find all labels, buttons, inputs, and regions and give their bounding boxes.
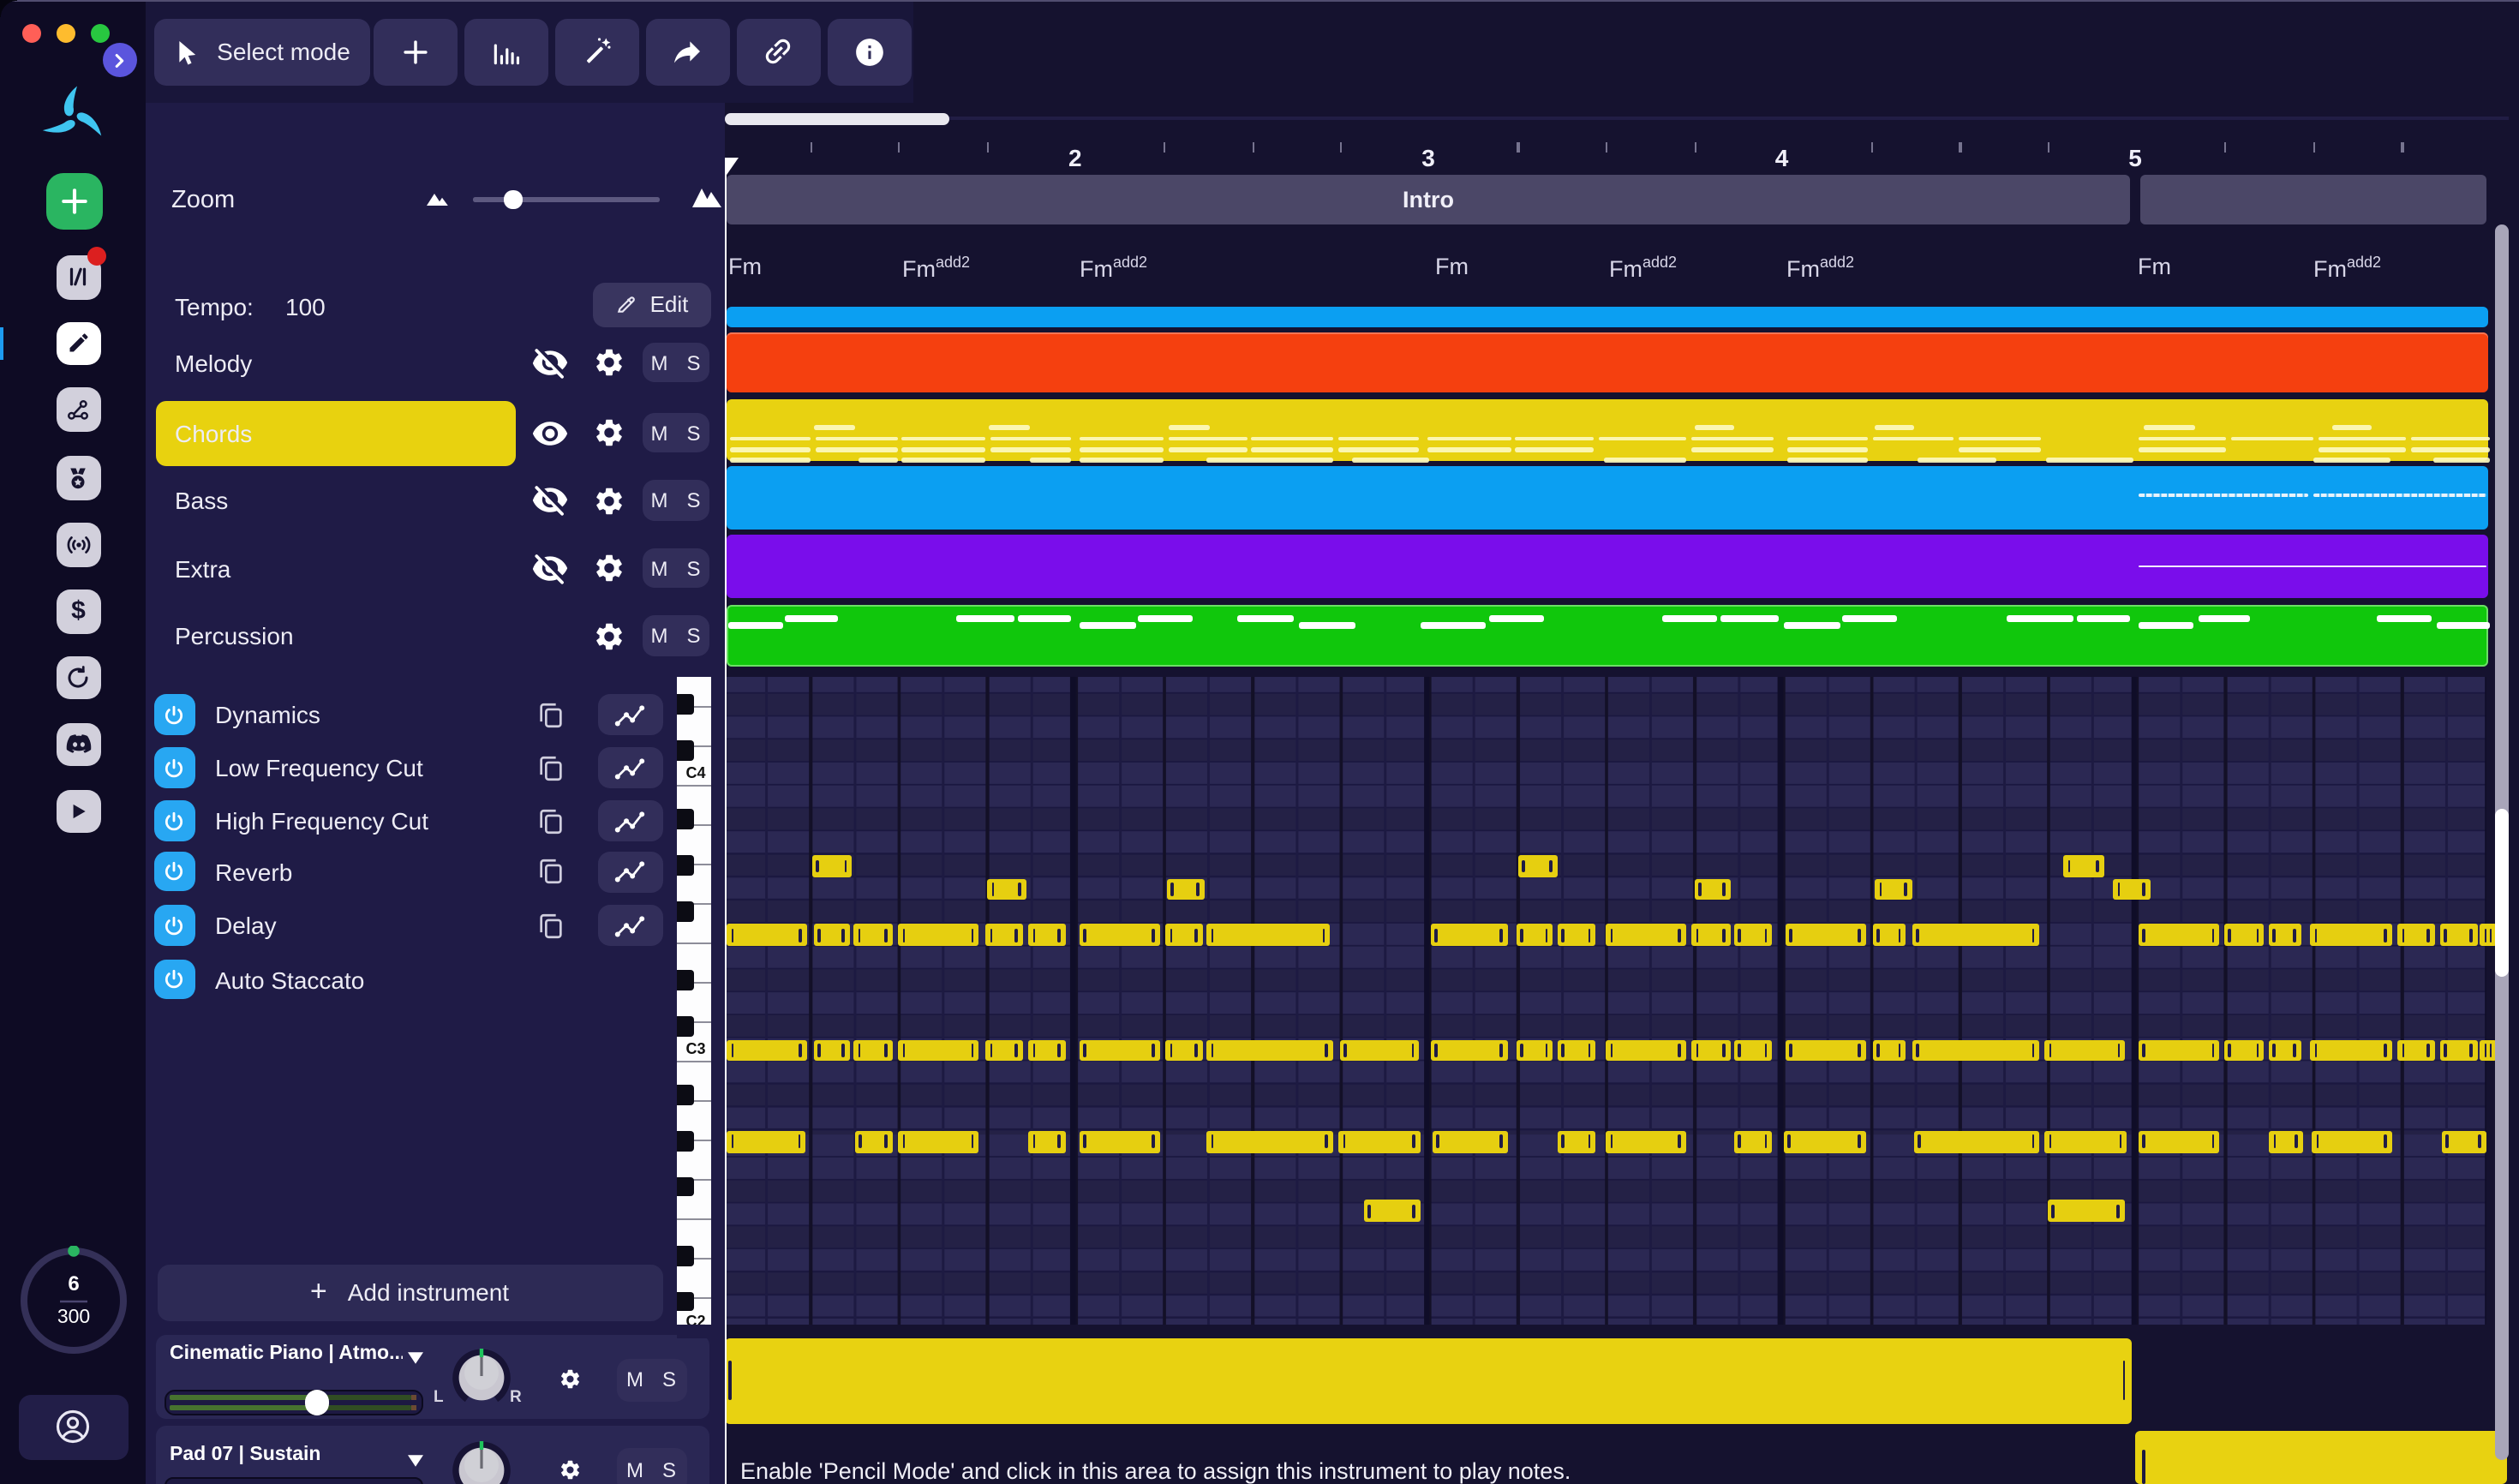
svg-text:300: 300 <box>57 1304 89 1326</box>
svg-text:6: 6 <box>67 1272 78 1295</box>
